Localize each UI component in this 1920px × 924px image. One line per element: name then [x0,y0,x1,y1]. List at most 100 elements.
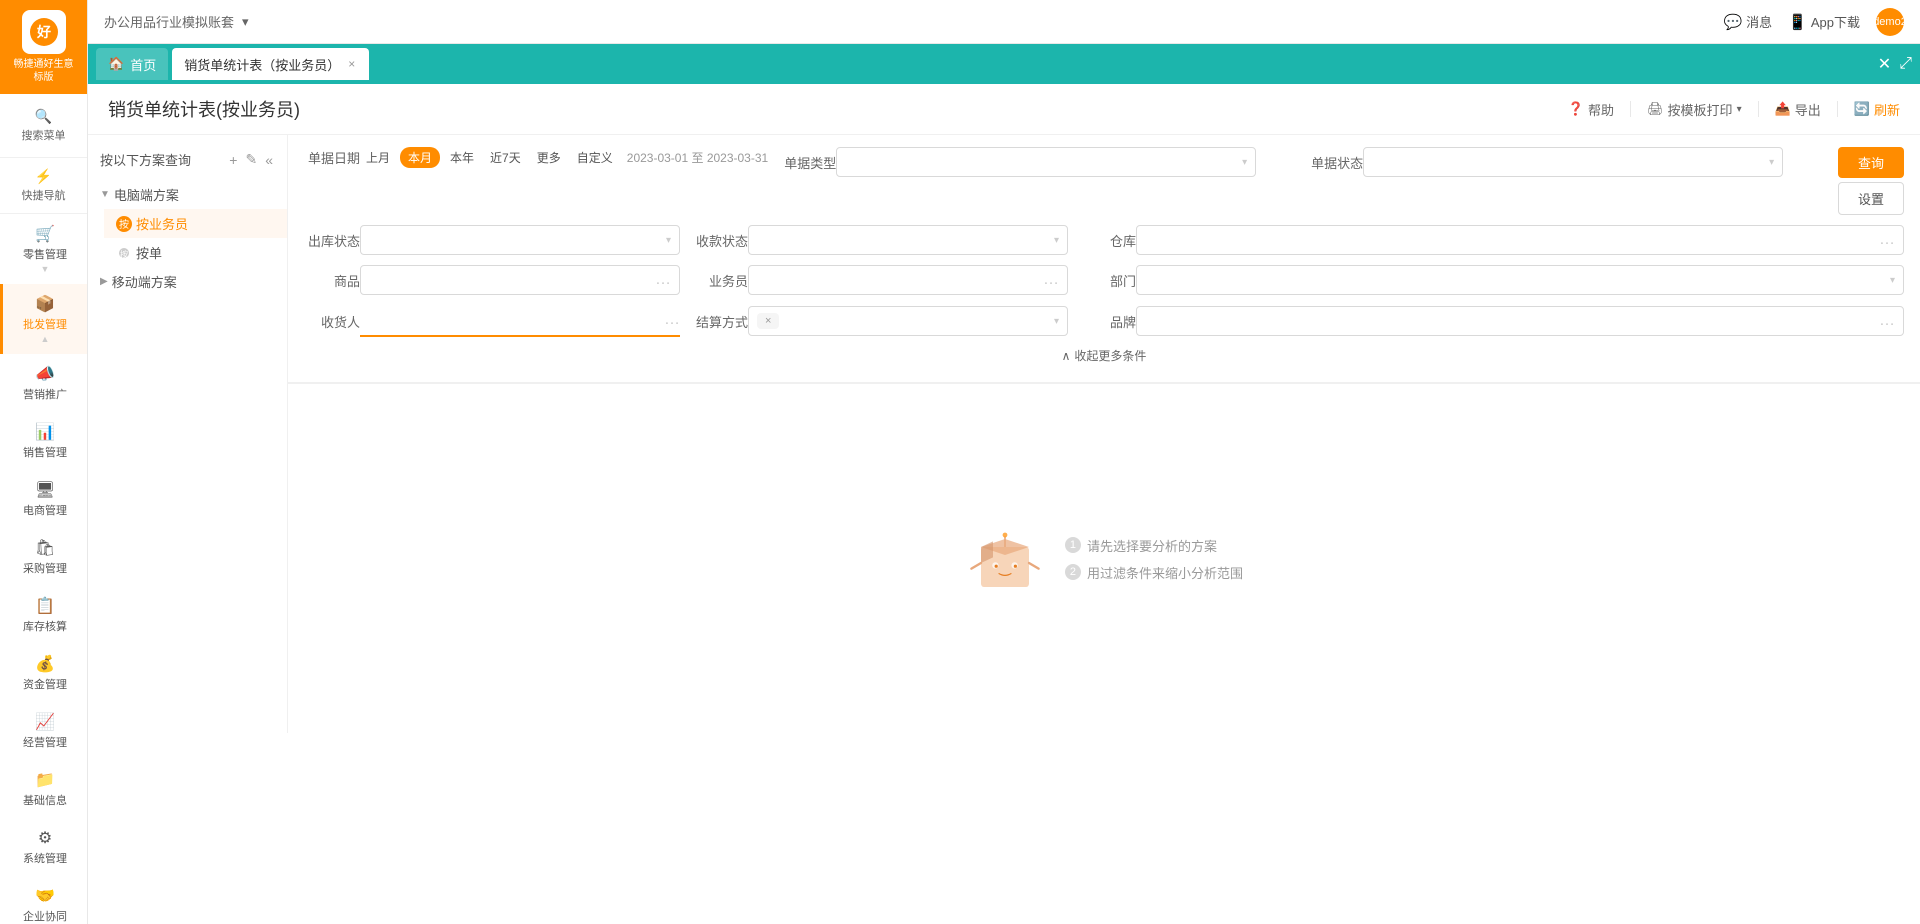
date-this-year-btn[interactable]: 本年 [444,147,480,168]
top-bar-left: 办公用品行业模拟账套 ▾ [104,12,249,31]
doc-status-select[interactable]: ▾ [1363,147,1783,177]
settlement-label: 结算方式 [692,312,748,331]
tab-home[interactable]: 🏠 首页 [96,48,168,80]
date-more-btn[interactable]: 更多 [531,147,567,168]
date-range-display: 2023-03-01 至 2023-03-31 [627,149,768,166]
brand-select[interactable]: … [1136,306,1904,336]
quick-nav-btn[interactable]: ⚡ 快捷导航 [0,162,87,209]
sidebar-item-retail[interactable]: 🛒 零售管理 ▼ [0,214,87,284]
sidebar-item-operations[interactable]: 📈 经营管理 [0,702,87,760]
purchase-icon: 🛍 [35,538,55,558]
top-bar-dropdown-btn[interactable]: ▾ [242,14,249,30]
quick-nav-section: ⚡ 快捷导航 [0,158,87,214]
avatar[interactable]: demo2 [1876,8,1904,36]
date-this-month-btn[interactable]: 本月 [400,147,440,168]
help-icon: ❓ [1568,101,1584,117]
settlement-select[interactable]: × ▾ [748,306,1068,336]
wholesale-icon: 📦 [35,294,55,314]
date-last-month-btn[interactable]: 上月 [360,147,396,168]
doc-type-dropdown-icon: ▾ [1242,157,1247,168]
svg-text:按: 按 [120,249,128,259]
query-btn[interactable]: 查询 [1838,147,1904,178]
basic-icon: 📁 [35,770,55,790]
date-label: 单据日期 [304,148,360,167]
sidebar-item-marketing[interactable]: 📣 营销推广 [0,354,87,412]
goods-label: 商品 [304,271,360,290]
tab-close-btn[interactable]: × [346,57,357,71]
out-status-dropdown-icon: ▾ [666,235,671,246]
app-download-btn[interactable]: 📱 App下载 [1788,12,1860,31]
tip-2-num: 2 [1065,564,1081,580]
export-btn[interactable]: 📤 导出 [1775,100,1821,119]
logo-icon: 好 [22,10,66,54]
tree-item-by-order[interactable]: 按 按单 [104,238,287,267]
collapse-btn[interactable]: ∧ 收起更多条件 [1062,347,1147,364]
settlement-tag: × [757,313,779,329]
tree-item-by-staff[interactable]: 按 按业务员 [104,209,287,238]
main-wrapper: 办公用品行业模拟账套 ▾ 💬 消息 📱 App下载 demo2 🏠 首页 销货单… [88,0,1920,924]
top-bar: 办公用品行业模拟账套 ▾ 💬 消息 📱 App下载 demo2 [88,0,1920,44]
operations-icon: 📈 [35,712,55,732]
brand-label: 品牌 [1080,312,1136,331]
sidebar-item-wholesale[interactable]: 📦 批发管理 ▲ [0,284,87,354]
page-content: 销货单统计表(按业务员) ❓ 帮助 🖨 按模板打印 ▾ 📤 [88,84,1920,924]
doc-type-select[interactable]: ▾ [836,147,1256,177]
filter-section: 单据日期 上月 本月 本年 近7天 更多 自定义 2023-03-01 至 20… [288,135,1920,383]
refresh-btn[interactable]: 🔄 刷新 [1854,100,1900,119]
sidebar-item-basic[interactable]: 📁 基础信息 [0,760,87,818]
settings-btn[interactable]: 设置 [1838,182,1904,215]
tab-maximize-btn[interactable]: ⤢ [1899,54,1912,74]
date-custom-btn[interactable]: 自定义 [571,147,619,168]
dept-select[interactable]: ▾ [1136,265,1904,295]
out-status-select[interactable]: ▾ [360,225,680,255]
payment-status-select[interactable]: ▾ [748,225,1068,255]
tab-window-actions: ✕ ⤢ [1878,54,1912,74]
help-btn[interactable]: ❓ 帮助 [1568,100,1614,119]
left-panel-title: 按以下方案查询 [100,150,191,169]
tree-section-pc[interactable]: ▼ 电脑端方案 [88,180,287,209]
sidebar-item-inventory[interactable]: 📋 库存核算 [0,586,87,644]
doc-status-dropdown-icon: ▾ [1769,157,1774,168]
payment-status-dropdown-icon: ▾ [1054,235,1059,246]
settlement-tag-close[interactable]: × [765,315,771,327]
warehouse-select[interactable]: … [1136,225,1904,255]
search-menu-btn[interactable]: 🔍 搜索菜单 [6,102,81,149]
sidebar-item-enterprise[interactable]: 🤝 企业协同 [0,876,87,924]
edit-scheme-btn[interactable]: ✎ [243,149,259,170]
date-last7-btn[interactable]: 近7天 [484,147,527,168]
add-scheme-btn[interactable]: + [227,149,239,170]
tree-section-mobile[interactable]: ▶ 移动端方案 [88,267,287,296]
warehouse-label: 仓库 [1080,231,1136,250]
receiver-input[interactable] [360,305,660,335]
message-btn[interactable]: 💬 消息 [1723,12,1772,31]
date-filter-group: 单据日期 上月 本月 本年 近7天 更多 自定义 2023-03-01 至 20… [304,147,768,168]
sidebar-item-sales[interactable]: 📊 销售管理 [0,412,87,470]
empty-tips: 1 请先选择要分析的方案 2 用过滤条件来缩小分析范围 [1065,536,1243,582]
app-logo[interactable]: 好 畅捷通好生意 标版 [0,0,87,94]
staff-dot: 按 [116,216,132,232]
collapse-left-btn[interactable]: « [263,149,275,170]
page-inner: 销货单统计表(按业务员) ❓ 帮助 🖨 按模板打印 ▾ 📤 [88,84,1920,924]
tree-section-mobile-label: 移动端方案 [112,272,177,291]
staff-select[interactable]: … [748,265,1068,295]
receiver-dots: … [664,311,680,329]
page-actions: ❓ 帮助 🖨 按模板打印 ▾ 📤 导出 [1568,100,1900,119]
sidebar-item-ecommerce[interactable]: 🖥 电商管理 [0,470,87,528]
receiver-label: 收货人 [304,312,360,331]
divider [1630,101,1631,117]
empty-state: 1 请先选择要分析的方案 2 用过滤条件来缩小分析范围 [965,519,1243,599]
print-dropdown-icon: ▾ [1737,104,1742,115]
dept-label: 部门 [1080,271,1136,290]
sidebar-item-purchase[interactable]: 🛍 采购管理 [0,528,87,586]
sidebar-item-finance[interactable]: 💰 资金管理 [0,644,87,702]
print-btn[interactable]: 🖨 按模板打印 ▾ [1647,100,1742,119]
tab-close-window-btn[interactable]: ✕ [1878,54,1891,74]
page-title: 销货单统计表(按业务员) [108,96,300,122]
goods-select[interactable]: … [360,265,680,295]
divider2 [1758,101,1759,117]
right-content: 单据日期 上月 本月 本年 近7天 更多 自定义 2023-03-01 至 20… [288,135,1920,733]
empty-tip-2: 2 用过滤条件来缩小分析范围 [1065,563,1243,582]
inventory-icon: 📋 [35,596,55,616]
tab-active[interactable]: 销货单统计表（按业务员） × [172,48,369,80]
sidebar-item-system[interactable]: ⚙ 系统管理 [0,818,87,876]
